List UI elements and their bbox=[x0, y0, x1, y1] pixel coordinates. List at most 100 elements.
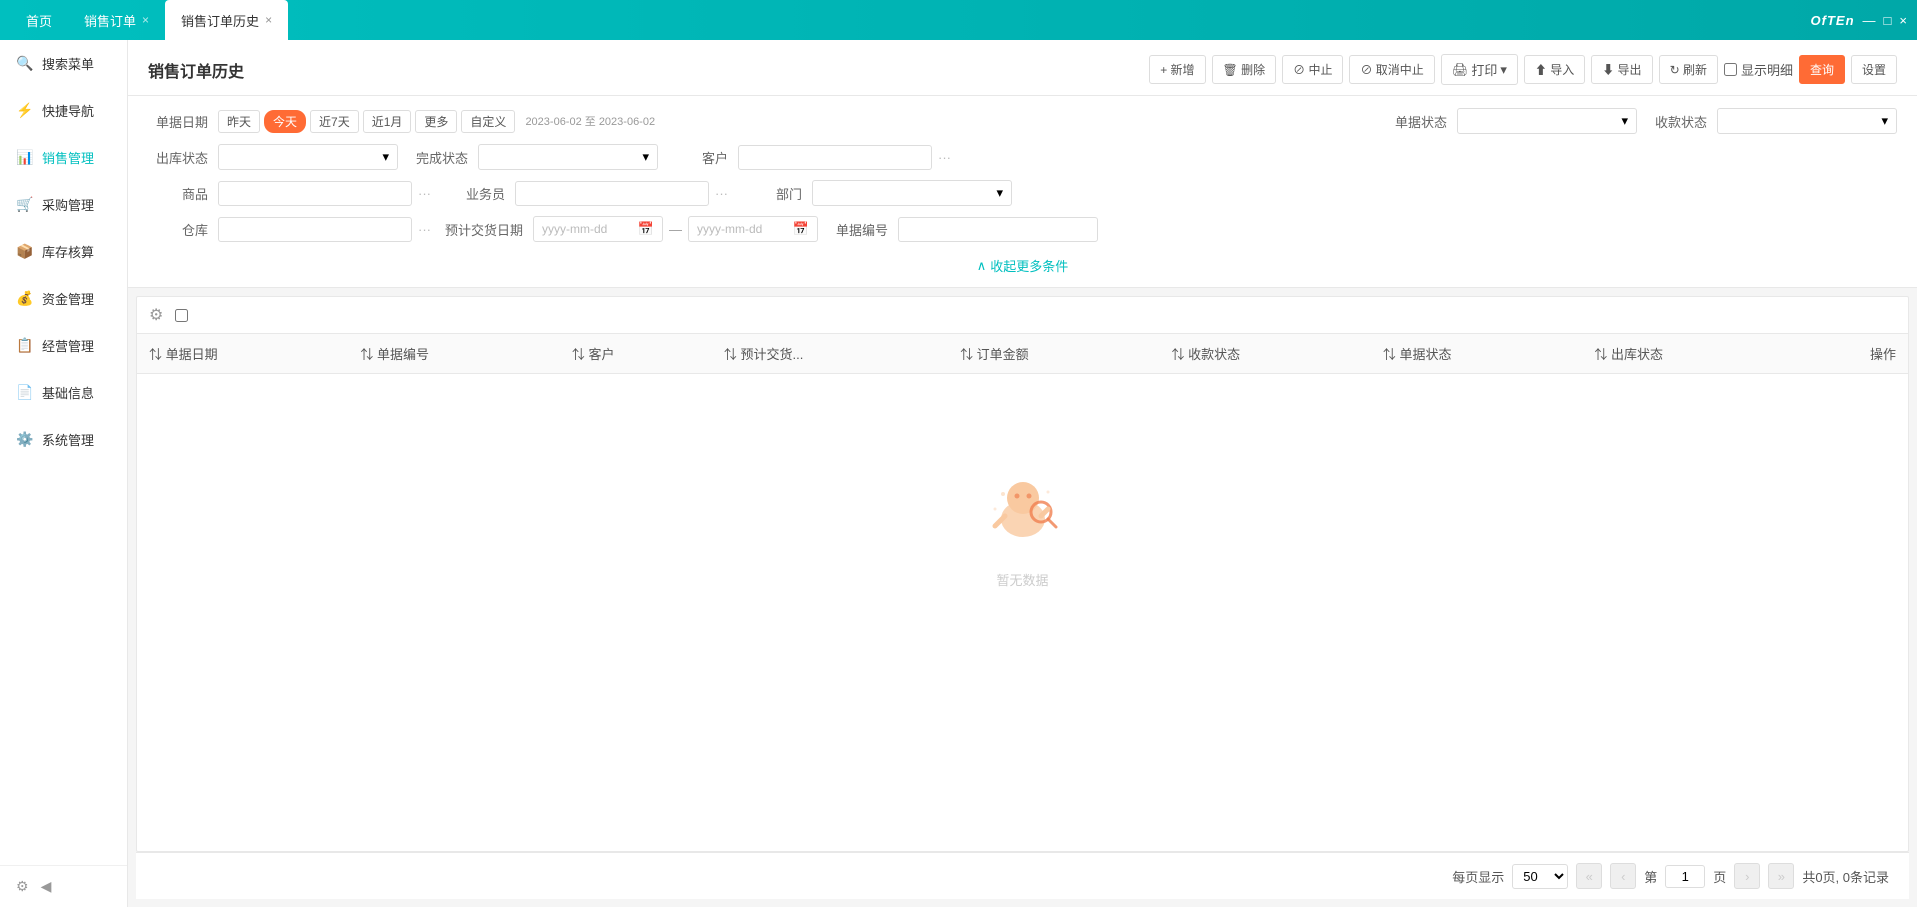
close-btn[interactable]: × bbox=[1899, 13, 1907, 28]
settings-button[interactable]: 设置 bbox=[1851, 55, 1897, 84]
sidebar-collapse-icon[interactable]: ◀ bbox=[41, 878, 52, 895]
col-payment-status-label: ⇅ 收款状态 bbox=[1171, 347, 1240, 362]
date-btn-yesterday[interactable]: 昨天 bbox=[218, 110, 260, 133]
date-filter-group: 昨天 今天 近7天 近1月 更多 自定义 2023-06-02 至 2023-0… bbox=[218, 110, 1377, 133]
tab-sales-order-history-close[interactable]: × bbox=[265, 13, 272, 27]
page-header: 销售订单历史 + 新增 🗑 删除 ⊘ 中止 ⊘ 取消中止 🖨 打印 ▾ ⬆ 导入… bbox=[128, 40, 1917, 96]
date-btn-today[interactable]: 今天 bbox=[264, 110, 306, 133]
print-button[interactable]: 🖨 打印 ▾ bbox=[1441, 54, 1518, 85]
sidebar-item-inventory[interactable]: 📦 库存核算 bbox=[0, 228, 127, 275]
sidebar-bottom: ⚙ ◀ bbox=[0, 865, 127, 907]
restore-btn[interactable]: □ bbox=[1884, 13, 1892, 28]
show-detail-label: 显示明细 bbox=[1741, 60, 1793, 79]
sidebar-item-basic-info[interactable]: 📄 基础信息 bbox=[0, 369, 127, 416]
tab-sales-order-history[interactable]: 销售订单历史 × bbox=[165, 0, 288, 40]
completion-status-dropdown-icon: ▾ bbox=[642, 149, 649, 165]
department-select[interactable]: ▾ bbox=[812, 180, 1012, 206]
sidebar-item-quick-nav[interactable]: ⚡ 快捷导航 bbox=[0, 87, 127, 134]
expected-date-end[interactable]: yyyy-mm-dd 📅 bbox=[688, 216, 818, 242]
salesperson-input[interactable] bbox=[515, 181, 709, 206]
show-detail-input[interactable] bbox=[1724, 63, 1737, 76]
order-status-select[interactable]: ▾ bbox=[1457, 108, 1637, 134]
date-btn-7days[interactable]: 近7天 bbox=[310, 110, 359, 133]
customer-dots[interactable]: ··· bbox=[934, 150, 955, 165]
page-size-select[interactable]: 50 20 100 bbox=[1512, 864, 1568, 889]
next-page-btn[interactable]: › bbox=[1734, 863, 1760, 889]
salesperson-dots[interactable]: ··· bbox=[711, 186, 732, 201]
top-bar: 首页 销售订单 × 销售订单历史 × OfTEn — □ × bbox=[0, 0, 1917, 40]
minimize-btn[interactable]: — bbox=[1863, 13, 1876, 28]
chevron-up-icon: ∧ bbox=[977, 258, 987, 274]
sidebar-item-sales[interactable]: 📊 销售管理 bbox=[0, 134, 127, 181]
goods-dots[interactable]: ··· bbox=[414, 186, 435, 201]
sidebar-item-purchase[interactable]: 🛒 采购管理 bbox=[0, 181, 127, 228]
import-button[interactable]: ⬆ 导入 bbox=[1524, 55, 1585, 84]
sidebar-item-operations[interactable]: 📋 经营管理 bbox=[0, 322, 127, 369]
goods-label: 商品 bbox=[148, 184, 208, 203]
table-section: ⚙ ⇅ 单据日期 ⇅ 单据编号 ⇅ 客户 bbox=[136, 296, 1909, 852]
delete-button[interactable]: 🗑 删除 bbox=[1212, 55, 1277, 84]
sidebar-settings-icon[interactable]: ⚙ bbox=[16, 878, 29, 895]
warehouse-label: 仓库 bbox=[148, 220, 208, 239]
show-detail-checkbox[interactable]: 显示明细 bbox=[1724, 60, 1793, 79]
date-btn-custom[interactable]: 自定义 bbox=[461, 110, 515, 133]
expected-date-start[interactable]: yyyy-mm-dd 📅 bbox=[533, 216, 663, 242]
inventory-icon: 📦 bbox=[16, 243, 34, 261]
completion-status-select[interactable]: ▾ bbox=[478, 144, 658, 170]
print-icon: 🖨 bbox=[1452, 62, 1469, 78]
department-label: 部门 bbox=[742, 184, 802, 203]
payment-status-select[interactable]: ▾ bbox=[1717, 108, 1897, 134]
purchase-icon: 🛒 bbox=[16, 196, 34, 214]
tab-sales-order-close[interactable]: × bbox=[142, 13, 149, 27]
col-number: ⇅ 单据编号 bbox=[348, 334, 559, 374]
data-table: ⇅ 单据日期 ⇅ 单据编号 ⇅ 客户 ⇅ 预计交货... ⇅ 订单金额 bbox=[137, 334, 1908, 669]
calendar-end-icon[interactable]: 📅 bbox=[793, 221, 809, 237]
sidebar-item-operations-label: 经营管理 bbox=[42, 336, 94, 355]
col-expected-date: ⇅ 预计交货... bbox=[712, 334, 948, 374]
page-title: 销售订单历史 bbox=[148, 58, 244, 82]
cancel-stop-button[interactable]: ⊘ 取消中止 bbox=[1349, 55, 1434, 84]
warehouse-dots[interactable]: ··· bbox=[414, 222, 435, 237]
toolbar: + 新增 🗑 删除 ⊘ 中止 ⊘ 取消中止 🖨 打印 ▾ ⬆ 导入 ⬇ 导出 ↻… bbox=[1149, 54, 1897, 85]
sidebar: 🔍 搜索菜单 ⚡ 快捷导航 📊 销售管理 🛒 采购管理 📦 库存核算 💰 资金管… bbox=[0, 40, 128, 907]
total-text: 共0页, 0条记录 bbox=[1802, 867, 1889, 886]
new-button[interactable]: + 新增 bbox=[1149, 55, 1205, 84]
query-button[interactable]: 查询 bbox=[1799, 55, 1845, 84]
filter-row-warehouse: 仓库 ··· 预计交货日期 yyyy-mm-dd 📅 — yyyy-mm-dd … bbox=[148, 216, 1897, 242]
calendar-start-icon[interactable]: 📅 bbox=[638, 221, 654, 237]
col-customer: ⇅ 客户 bbox=[560, 334, 712, 374]
stop-button[interactable]: ⊘ 中止 bbox=[1282, 55, 1343, 84]
sidebar-item-search-menu[interactable]: 🔍 搜索菜单 bbox=[0, 40, 127, 87]
payment-status-dropdown-icon: ▾ bbox=[1881, 113, 1888, 129]
tab-bar: 首页 销售订单 × 销售订单历史 × bbox=[10, 0, 1811, 40]
goods-input[interactable] bbox=[218, 181, 412, 206]
order-number-input[interactable] bbox=[898, 217, 1098, 242]
date-btn-more[interactable]: 更多 bbox=[415, 110, 457, 133]
collapse-row[interactable]: ∧ 收起更多条件 bbox=[148, 252, 1897, 275]
refresh-button[interactable]: ↻ 刷新 bbox=[1659, 55, 1718, 84]
warehouse-input[interactable] bbox=[218, 217, 412, 242]
date-btn-1month[interactable]: 近1月 bbox=[363, 110, 412, 133]
tab-home[interactable]: 首页 bbox=[10, 0, 68, 40]
page-input[interactable] bbox=[1665, 865, 1705, 888]
tab-sales-order[interactable]: 销售订单 × bbox=[68, 0, 165, 40]
print-label: 打印 bbox=[1471, 60, 1497, 79]
col-action: 操作 bbox=[1794, 334, 1908, 374]
prev-page-btn[interactable]: ‹ bbox=[1610, 863, 1636, 889]
col-number-label: ⇅ 单据编号 bbox=[360, 347, 429, 362]
delivery-status-select[interactable]: ▾ bbox=[218, 144, 398, 170]
pagination: 每页显示 50 20 100 « ‹ 第 页 › » 共0页, 0条记录 bbox=[136, 852, 1909, 899]
export-button[interactable]: ⬇ 导出 bbox=[1591, 55, 1652, 84]
order-status-dropdown-icon: ▾ bbox=[1621, 113, 1628, 129]
table-settings-icon[interactable]: ⚙ bbox=[149, 305, 163, 325]
col-expected-date-label: ⇅ 预计交货... bbox=[724, 347, 803, 362]
completion-status-label: 完成状态 bbox=[408, 148, 468, 167]
first-page-btn[interactable]: « bbox=[1576, 863, 1602, 889]
last-page-btn[interactable]: » bbox=[1768, 863, 1794, 889]
select-all-checkbox[interactable] bbox=[175, 309, 188, 322]
col-amount-label: ⇅ 订单金额 bbox=[960, 347, 1029, 362]
sidebar-item-system[interactable]: ⚙️ 系统管理 bbox=[0, 416, 127, 463]
customer-input[interactable] bbox=[738, 145, 932, 170]
window-controls: OfTEn — □ × bbox=[1811, 13, 1907, 28]
sidebar-item-finance[interactable]: 💰 资金管理 bbox=[0, 275, 127, 322]
